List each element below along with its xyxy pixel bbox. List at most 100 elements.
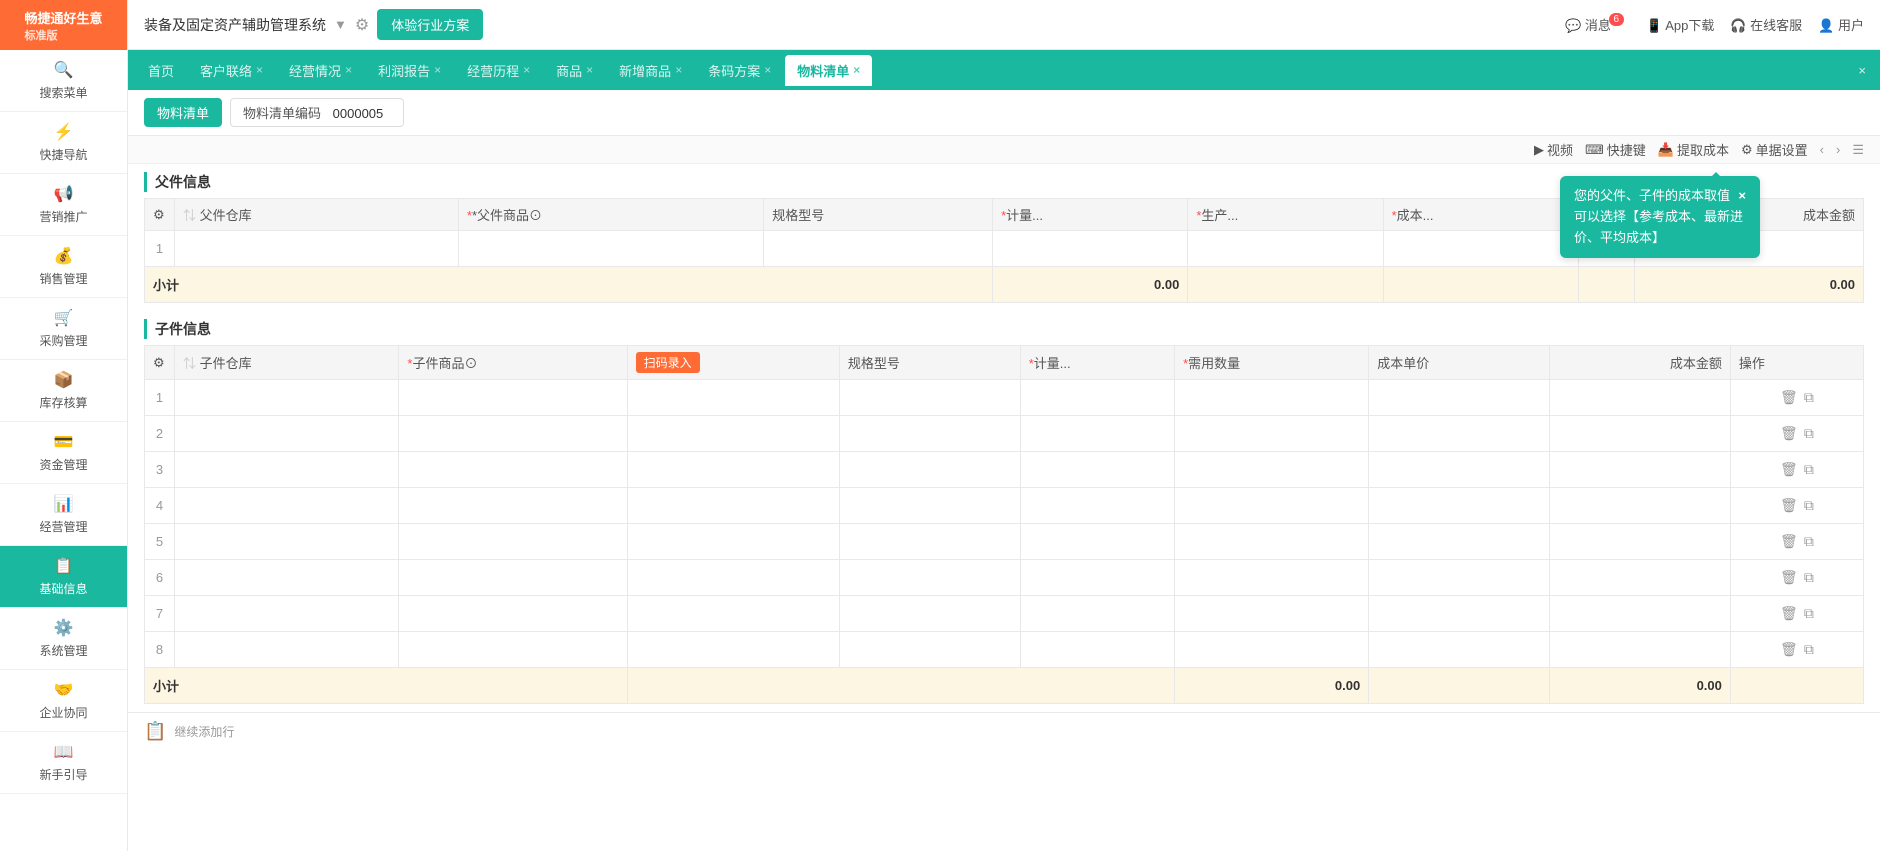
scan-button[interactable]: 扫码录入 bbox=[636, 352, 700, 373]
tab-customer-close[interactable]: × bbox=[256, 63, 263, 77]
tab-goods-close[interactable]: × bbox=[586, 63, 593, 77]
delete-icon[interactable]: 🗑 bbox=[1780, 425, 1798, 442]
sidebar-item-marketing[interactable]: 📢 营销推广 bbox=[0, 174, 127, 236]
parent-warehouse-cell[interactable] bbox=[175, 231, 459, 267]
copy-icon[interactable]: ⧉ bbox=[1804, 605, 1814, 622]
parent-goods-cell[interactable] bbox=[458, 231, 763, 267]
child-unit-6[interactable] bbox=[1020, 560, 1174, 596]
child-col-settings[interactable]: ⚙ bbox=[145, 346, 175, 380]
tooltip-close-button[interactable]: × bbox=[1738, 186, 1746, 207]
close-all-tabs[interactable]: × bbox=[1852, 63, 1872, 78]
delete-icon[interactable]: 🗑 bbox=[1780, 533, 1798, 550]
settings-icon[interactable]: ⚙ bbox=[355, 15, 369, 35]
child-unit-4[interactable] bbox=[1020, 488, 1174, 524]
layout-icon[interactable]: ☰ bbox=[1852, 142, 1864, 158]
shortcut-button[interactable]: ⌨ 快捷键 bbox=[1585, 140, 1646, 159]
child-unit-7[interactable] bbox=[1020, 596, 1174, 632]
delete-icon[interactable]: 🗑 bbox=[1780, 497, 1798, 514]
sidebar-item-purchase[interactable]: 🛒 采购管理 bbox=[0, 298, 127, 360]
tab-profit-close[interactable]: × bbox=[434, 63, 441, 77]
child-unit-cost-7[interactable] bbox=[1369, 596, 1550, 632]
user-avatar[interactable]: 👤 用户 bbox=[1818, 15, 1864, 34]
copy-icon[interactable]: ⧉ bbox=[1804, 641, 1814, 658]
child-warehouse-2[interactable] bbox=[175, 416, 399, 452]
tab-history-close[interactable]: × bbox=[523, 63, 530, 77]
child-goods-2[interactable] bbox=[399, 416, 627, 452]
delete-icon[interactable]: 🗑 bbox=[1780, 461, 1798, 478]
child-warehouse-4[interactable] bbox=[175, 488, 399, 524]
child-unit-3[interactable] bbox=[1020, 452, 1174, 488]
copy-icon[interactable]: ⧉ bbox=[1804, 425, 1814, 442]
child-goods-7[interactable] bbox=[399, 596, 627, 632]
child-goods-8[interactable] bbox=[399, 632, 627, 668]
child-spec-7[interactable] bbox=[839, 596, 1020, 632]
parent-col-settings[interactable]: ⚙ bbox=[145, 199, 175, 231]
child-qty-5[interactable] bbox=[1175, 524, 1369, 560]
sidebar-item-basic-info[interactable]: 📋 基础信息 bbox=[0, 546, 127, 608]
extract-cost-button[interactable]: 📥 提取成本 bbox=[1658, 140, 1729, 159]
child-qty-1[interactable] bbox=[1175, 380, 1369, 416]
tab-bom[interactable]: 物料清单 × bbox=[785, 55, 872, 86]
tab-operations-close[interactable]: × bbox=[345, 63, 352, 77]
delete-icon[interactable]: 🗑 bbox=[1780, 641, 1798, 658]
copy-icon[interactable]: ⧉ bbox=[1804, 461, 1814, 478]
child-goods-4[interactable] bbox=[399, 488, 627, 524]
child-unit-cost-8[interactable] bbox=[1369, 632, 1550, 668]
child-unit-5[interactable] bbox=[1020, 524, 1174, 560]
child-spec-2[interactable] bbox=[839, 416, 1020, 452]
delete-icon[interactable]: 🗑 bbox=[1780, 569, 1798, 586]
tab-bom-close[interactable]: × bbox=[853, 63, 860, 77]
child-spec-1[interactable] bbox=[839, 380, 1020, 416]
child-unit-cost-3[interactable] bbox=[1369, 452, 1550, 488]
sidebar-item-inventory[interactable]: 📦 库存核算 bbox=[0, 360, 127, 422]
message-link[interactable]: 💬 消息 6 bbox=[1565, 15, 1630, 34]
child-spec-3[interactable] bbox=[839, 452, 1020, 488]
child-unit-cost-1[interactable] bbox=[1369, 380, 1550, 416]
add-row-icon[interactable]: 📋 bbox=[144, 721, 166, 742]
child-col-scan[interactable]: 扫码录入 bbox=[627, 346, 839, 380]
child-warehouse-6[interactable] bbox=[175, 560, 399, 596]
sidebar-item-search[interactable]: 🔍 搜索菜单 bbox=[0, 50, 127, 112]
sidebar-item-quicknav[interactable]: ⚡ 快捷导航 bbox=[0, 112, 127, 174]
copy-icon[interactable]: ⧉ bbox=[1804, 389, 1814, 406]
child-unit-cost-5[interactable] bbox=[1369, 524, 1550, 560]
tab-profit[interactable]: 利润报告 × bbox=[366, 55, 453, 86]
tab-barcode[interactable]: 条码方案 × bbox=[696, 55, 783, 86]
sub-tab-bom[interactable]: 物料清单 bbox=[144, 98, 222, 127]
child-unit-cost-4[interactable] bbox=[1369, 488, 1550, 524]
child-qty-3[interactable] bbox=[1175, 452, 1369, 488]
child-unit-2[interactable] bbox=[1020, 416, 1174, 452]
single-settings-button[interactable]: ⚙ 单据设置 bbox=[1741, 140, 1808, 159]
view-button[interactable]: ▶ 视频 bbox=[1534, 140, 1573, 159]
tab-home[interactable]: 首页 bbox=[136, 55, 186, 86]
parent-unit-cell[interactable] bbox=[993, 231, 1188, 267]
sidebar-item-cooperation[interactable]: 🤝 企业协同 bbox=[0, 670, 127, 732]
tab-goods[interactable]: 商品 × bbox=[544, 55, 605, 86]
child-qty-7[interactable] bbox=[1175, 596, 1369, 632]
parent-produce-cell[interactable] bbox=[1188, 231, 1383, 267]
nav-prev-button[interactable]: ‹ bbox=[1820, 142, 1824, 157]
child-unit-cost-6[interactable] bbox=[1369, 560, 1550, 596]
child-spec-5[interactable] bbox=[839, 524, 1020, 560]
child-goods-6[interactable] bbox=[399, 560, 627, 596]
online-service-link[interactable]: 🎧 在线客服 bbox=[1730, 15, 1802, 34]
tab-history[interactable]: 经营历程 × bbox=[455, 55, 542, 86]
tab-new-goods[interactable]: 新增商品 × bbox=[607, 55, 694, 86]
child-warehouse-8[interactable] bbox=[175, 632, 399, 668]
tab-operations[interactable]: 经营情况 × bbox=[277, 55, 364, 86]
child-goods-3[interactable] bbox=[399, 452, 627, 488]
sidebar-item-system[interactable]: ⚙️ 系统管理 bbox=[0, 608, 127, 670]
trial-button[interactable]: 体验行业方案 bbox=[377, 9, 483, 40]
child-goods-1[interactable] bbox=[399, 380, 627, 416]
child-warehouse-7[interactable] bbox=[175, 596, 399, 632]
delete-icon[interactable]: 🗑 bbox=[1780, 389, 1798, 406]
sidebar-item-management[interactable]: 📊 经营管理 bbox=[0, 484, 127, 546]
child-warehouse-5[interactable] bbox=[175, 524, 399, 560]
parent-spec-cell[interactable] bbox=[764, 231, 993, 267]
tab-new-goods-close[interactable]: × bbox=[675, 63, 682, 77]
app-download-link[interactable]: 📱 App下载 bbox=[1646, 15, 1714, 34]
child-spec-8[interactable] bbox=[839, 632, 1020, 668]
child-qty-8[interactable] bbox=[1175, 632, 1369, 668]
copy-icon[interactable]: ⧉ bbox=[1804, 569, 1814, 586]
child-goods-5[interactable] bbox=[399, 524, 627, 560]
